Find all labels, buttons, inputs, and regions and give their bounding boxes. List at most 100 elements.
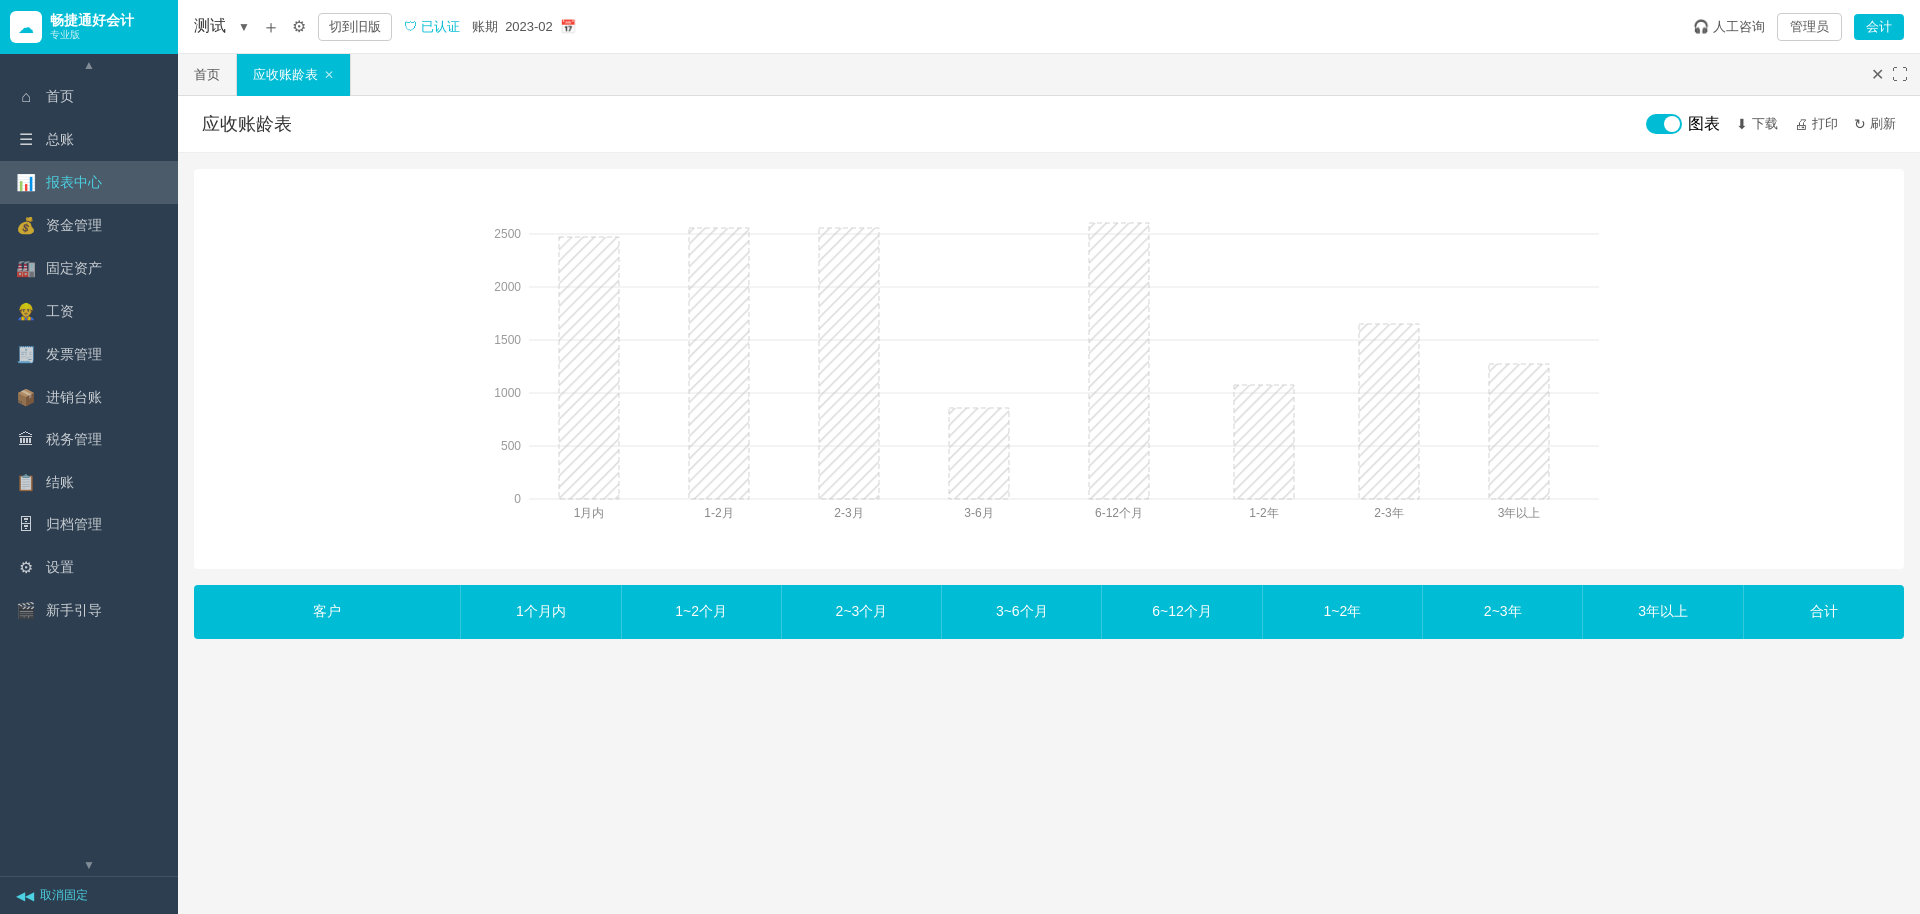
sidebar-item-settings[interactable]: ⚙ 设置 [0,546,178,589]
sidebar-item-guide[interactable]: 🎬 新手引导 [0,589,178,632]
invoice-icon: 🧾 [16,345,36,364]
refresh-btn[interactable]: ↻ 刷新 [1854,115,1896,133]
guide-icon: 🎬 [16,601,36,620]
assets-icon: 🏭 [16,259,36,278]
tax-icon: 🏛 [16,431,36,449]
page-header: 应收账龄表 图表 ⬇ 下载 🖨 打印 ↻ 刷新 [178,96,1920,153]
toggle-thumb [1664,116,1680,132]
svg-rect-28 [1234,385,1294,499]
app-logo: ☁ 畅捷通好会计 专业版 [0,0,178,54]
sidebar-item-label: 报表中心 [46,174,102,192]
sidebar-scroll-up[interactable]: ▲ [0,54,178,76]
table-header: 客户 1个月内 1~2个月 2~3个月 3~6个月 6~12个月 1~2年 2~… [194,585,1904,639]
trade-icon: 📦 [16,388,36,407]
logo-icon: ☁ [10,11,42,43]
svg-text:2-3年: 2-3年 [1374,506,1403,520]
main-area: 测试 ▼ ＋ ⚙ 切到旧版 🛡 已认证 账期 2023-02 📅 🎧 人工咨询 … [178,0,1920,914]
sidebar-item-label: 进销台账 [46,389,102,407]
cancel-fixed-btn[interactable]: ◀◀ 取消固定 [0,876,178,914]
svg-rect-34 [1489,364,1549,499]
settings-icon: ⚙ [16,558,36,577]
svg-text:1-2年: 1-2年 [1249,506,1278,520]
sidebar-item-label: 固定资产 [46,260,102,278]
page-content: 应收账龄表 图表 ⬇ 下载 🖨 打印 ↻ 刷新 [178,96,1920,914]
sidebar-item-payroll[interactable]: 👷 工资 [0,290,178,333]
col-total: 合计 [1744,585,1904,639]
toggle-track[interactable] [1646,114,1682,134]
refresh-icon: ↻ [1854,116,1866,132]
sidebar-item-label: 设置 [46,559,74,577]
sidebar-item-trade[interactable]: 📦 进销台账 [0,376,178,419]
col-6-12month: 6~12个月 [1102,585,1262,639]
logo-text: 畅捷通好会计 专业版 [50,12,134,43]
role-btn[interactable]: 会计 [1854,14,1904,40]
svg-text:1-2月: 1-2月 [704,506,733,520]
svg-text:3年以上: 3年以上 [1498,506,1541,520]
svg-rect-13 [559,237,619,499]
sidebar-item-invoice[interactable]: 🧾 发票管理 [0,333,178,376]
sidebar-item-tax[interactable]: 🏛 税务管理 [0,419,178,461]
col-3-6month: 3~6个月 [942,585,1102,639]
col-1month: 1个月内 [461,585,621,639]
toggle-label: 图表 [1688,114,1720,135]
payroll-icon: 👷 [16,302,36,321]
table-container: 客户 1个月内 1~2个月 2~3个月 3~6个月 6~12个月 1~2年 2~… [194,585,1904,639]
period-text: 账期 2023-02 📅 [472,18,576,36]
download-btn[interactable]: ⬇ 下载 [1736,115,1778,133]
cancel-fixed-label: 取消固定 [40,887,88,904]
headset-icon: 🎧 [1693,19,1709,34]
close-books-icon: 📋 [16,473,36,492]
sidebar-item-funds[interactable]: 💰 资金管理 [0,204,178,247]
user-btn[interactable]: 管理员 [1777,13,1842,41]
sidebar-item-label: 首页 [46,88,74,106]
ledger-icon: ☰ [16,130,36,149]
expand-btn[interactable]: ⛶ [1892,66,1908,84]
switch-old-btn[interactable]: 切到旧版 [318,13,392,41]
consult-btn[interactable]: 🎧 人工咨询 [1693,18,1765,36]
project-name: 测试 [194,16,226,37]
cert-status: 🛡 已认证 [404,18,460,36]
sidebar-item-home[interactable]: ⌂ 首页 [0,76,178,118]
sidebar: ☁ 畅捷通好会计 专业版 ▲ ⌂ 首页 ☰ 总账 📊 报表中心 💰 资金管理 🏭… [0,0,178,914]
svg-text:1000: 1000 [494,386,521,400]
sidebar-scroll-down[interactable]: ▼ [0,854,178,876]
chart-toggle[interactable]: 图表 [1646,114,1720,135]
page-header-actions: 图表 ⬇ 下载 🖨 打印 ↻ 刷新 [1646,114,1896,135]
col-2-3year: 2~3年 [1423,585,1583,639]
sidebar-item-ledger[interactable]: ☰ 总账 [0,118,178,161]
col-2-3month: 2~3个月 [782,585,942,639]
sidebar-item-archive[interactable]: 🗄 归档管理 [0,504,178,546]
col-3plus-year: 3年以上 [1583,585,1743,639]
download-icon: ⬇ [1736,116,1748,132]
add-project-btn[interactable]: ＋ [262,15,280,39]
svg-text:2-3月: 2-3月 [834,506,863,520]
chart-container: 0 500 1000 1500 2000 2500 1月内 1-2月 [194,169,1904,569]
cancel-fixed-icon: ◀◀ [16,889,34,903]
svg-text:1500: 1500 [494,333,521,347]
settings-btn[interactable]: ⚙ [292,17,306,36]
page-title: 应收账龄表 [202,112,292,136]
svg-rect-22 [949,408,1009,499]
cert-label: 已认证 [421,18,460,36]
svg-text:2500: 2500 [494,227,521,241]
sidebar-item-label: 资金管理 [46,217,102,235]
sidebar-item-reports[interactable]: 📊 报表中心 [0,161,178,204]
sidebar-item-close[interactable]: 📋 结账 [0,461,178,504]
tab-aging-label: 应收账龄表 [253,66,318,84]
sidebar-item-label: 新手引导 [46,602,102,620]
funds-icon: 💰 [16,216,36,235]
topbar: 测试 ▼ ＋ ⚙ 切到旧版 🛡 已认证 账期 2023-02 📅 🎧 人工咨询 … [178,0,1920,54]
tab-aging-close[interactable]: ✕ [324,68,334,82]
close-tab-btn[interactable]: ✕ [1871,65,1884,84]
tabbar: 首页 应收账龄表 ✕ ✕ ⛶ [178,54,1920,96]
project-dropdown-icon[interactable]: ▼ [238,20,250,34]
shield-icon: 🛡 [404,19,417,34]
print-btn[interactable]: 🖨 打印 [1794,115,1838,133]
archive-icon: 🗄 [16,516,36,534]
print-icon: 🖨 [1794,116,1808,132]
tab-home[interactable]: 首页 [178,54,237,96]
sidebar-item-assets[interactable]: 🏭 固定资产 [0,247,178,290]
tab-aging[interactable]: 应收账龄表 ✕ [237,54,351,96]
sidebar-nav: ⌂ 首页 ☰ 总账 📊 报表中心 💰 资金管理 🏭 固定资产 👷 工资 🧾 发票… [0,76,178,854]
svg-text:0: 0 [514,492,521,506]
